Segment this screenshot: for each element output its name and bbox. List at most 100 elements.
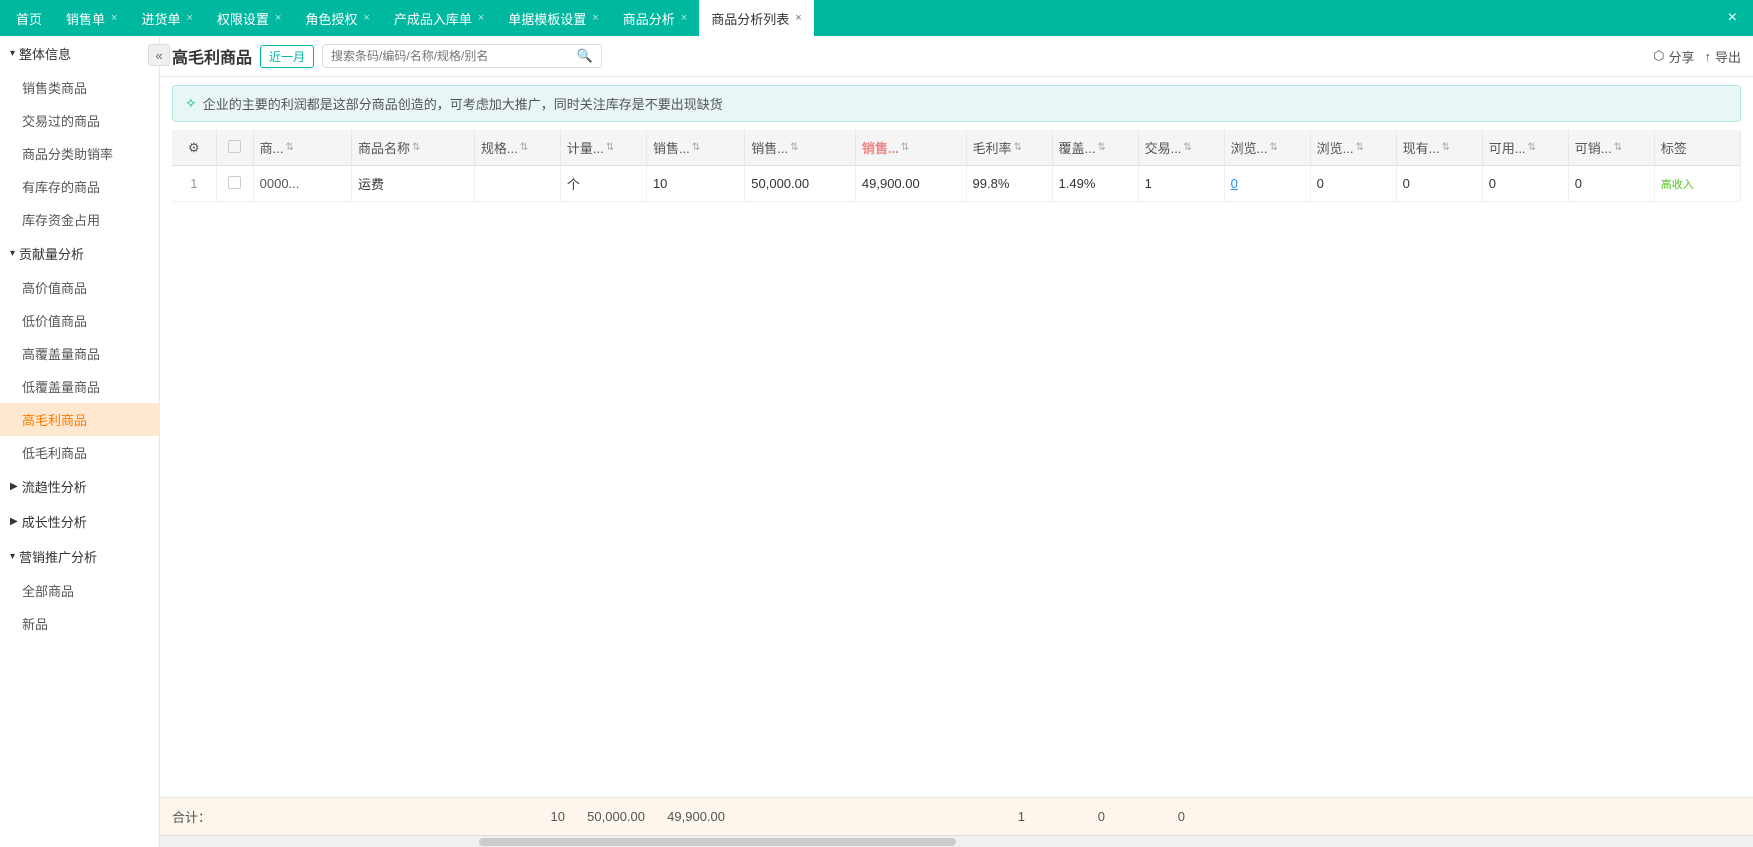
sort-icon: ⇅ [790, 142, 798, 153]
col-header-gross-rate[interactable]: 毛利率⇅ [966, 130, 1052, 166]
col-header-name[interactable]: 商品名称⇅ [351, 130, 474, 166]
sidebar-item-new-goods[interactable]: 新品 [0, 607, 159, 640]
chevron-down-icon: ▾ [10, 248, 15, 259]
nav-templates[interactable]: 单据模板设置 × [496, 0, 610, 36]
sidebar-item-high-margin[interactable]: 高毛利商品 [0, 403, 159, 436]
footer-cell-sales3: 49,900.00 [651, 809, 731, 824]
sort-icon: ⇅ [901, 142, 909, 153]
sort-icon: ⇅ [285, 142, 293, 153]
section-header-general[interactable]: ▾ 整体信息 [0, 36, 159, 71]
col-header-code[interactable]: 商...⇅ [253, 130, 351, 166]
row-select-checkbox[interactable] [228, 176, 241, 189]
row-sales2: 50,000.00 [745, 166, 856, 202]
col-header-available[interactable]: 可用...⇅ [1482, 130, 1568, 166]
row-tag: 高收入 [1654, 166, 1740, 202]
close-icon[interactable]: × [111, 12, 117, 24]
col-header-coverage[interactable]: 覆盖...⇅ [1052, 130, 1138, 166]
col-header-check[interactable] [216, 130, 253, 166]
col-header-browse2[interactable]: 浏览...⇅ [1310, 130, 1396, 166]
nav-roles[interactable]: 角色授权 × [293, 0, 381, 36]
search-input[interactable] [331, 49, 577, 63]
row-browse2: 0 [1310, 166, 1396, 202]
sidebar-item-low-value[interactable]: 低价值商品 [0, 304, 159, 337]
col-header-current[interactable]: 现有...⇅ [1396, 130, 1482, 166]
row-checkbox[interactable] [216, 166, 253, 202]
col-header-sellable[interactable]: 可销...⇅ [1568, 130, 1654, 166]
search-icon[interactable]: 🔍 [577, 48, 593, 64]
section-header-growth[interactable]: ▶ 成长性分析 [0, 504, 159, 539]
sort-icon: ⇅ [1014, 142, 1022, 153]
settings-icon[interactable]: ⚙ [188, 140, 200, 155]
row-coverage: 1.49% [1052, 166, 1138, 202]
col-header-sales1[interactable]: 销售...⇅ [646, 130, 744, 166]
col-header-browse1[interactable]: 浏览...⇅ [1224, 130, 1310, 166]
sidebar-item-high-value[interactable]: 高价值商品 [0, 271, 159, 304]
row-trade: 1 [1138, 166, 1224, 202]
close-icon[interactable]: × [186, 12, 192, 24]
sort-icon: ⇅ [692, 142, 700, 153]
row-sales1: 10 [646, 166, 744, 202]
row-code[interactable]: 0000... [253, 166, 351, 202]
col-header-sales2[interactable]: 销售...⇅ [745, 130, 856, 166]
chevron-down-icon: ▾ [10, 48, 15, 59]
row-sellable: 0 [1568, 166, 1654, 202]
sidebar-item-high-coverage[interactable]: 高覆盖量商品 [0, 337, 159, 370]
chevron-down-icon: ▾ [10, 551, 15, 562]
section-header-marketing[interactable]: ▾ 营销推广分析 [0, 539, 159, 574]
sidebar-item-sales-goods[interactable]: 销售类商品 [0, 71, 159, 104]
col-header-trade[interactable]: 交易...⇅ [1138, 130, 1224, 166]
col-header-settings[interactable]: ⚙ [172, 130, 216, 166]
sort-icon: ⇅ [606, 142, 614, 153]
export-button[interactable]: ↑ 导出 [1704, 47, 1741, 66]
close-icon[interactable]: × [275, 12, 281, 24]
nav-analysis[interactable]: 商品分析 × [611, 0, 699, 36]
col-header-tag[interactable]: 标签 [1654, 130, 1740, 166]
footer-cell-current: 0 [1111, 809, 1191, 824]
row-unit: 个 [560, 166, 646, 202]
sidebar: ▾ 整体信息 销售类商品 交易过的商品 商品分类助销率 有库存的商品 库存资金占… [0, 36, 160, 847]
export-icon: ↑ [1704, 49, 1711, 64]
sidebar-item-low-margin[interactable]: 低毛利商品 [0, 436, 159, 469]
nav-analysis-list[interactable]: 商品分析列表 × [699, 0, 813, 36]
share-icon: ⬡ [1653, 48, 1664, 64]
col-header-sales3[interactable]: 销售...⇅ [855, 130, 966, 166]
sidebar-item-category-rate[interactable]: 商品分类助销率 [0, 137, 159, 170]
period-button[interactable]: 近一月 [260, 45, 314, 68]
sidebar-item-all-goods[interactable]: 全部商品 [0, 574, 159, 607]
sidebar-item-instock-goods[interactable]: 有库存的商品 [0, 170, 159, 203]
sort-icon: ⇅ [1269, 142, 1277, 153]
row-browse1[interactable]: 0 [1224, 166, 1310, 202]
nav-home[interactable]: 首页 [4, 0, 54, 36]
close-icon[interactable]: × [592, 12, 598, 24]
nav-sales[interactable]: 销售单 × [54, 0, 129, 36]
share-button[interactable]: ⬡ 分享 [1653, 47, 1694, 66]
nav-permissions[interactable]: 权限设置 × [205, 0, 293, 36]
section-header-trend[interactable]: ▶ 流趋性分析 [0, 469, 159, 504]
select-all-checkbox[interactable] [228, 140, 241, 153]
scrollbar-thumb[interactable] [479, 838, 957, 846]
sidebar-item-low-coverage[interactable]: 低覆盖量商品 [0, 370, 159, 403]
sidebar-item-inventory-capital[interactable]: 库存资金占用 [0, 203, 159, 236]
close-app-button[interactable]: × [1716, 9, 1749, 27]
sidebar-item-traded-goods[interactable]: 交易过的商品 [0, 104, 159, 137]
sort-icon: ⇅ [1183, 142, 1191, 153]
col-header-spec[interactable]: 规格...⇅ [474, 130, 560, 166]
data-table: ⚙ 商...⇅ 商品名称⇅ 规格...⇅ [172, 130, 1741, 202]
sidebar-collapse-button[interactable]: « [148, 44, 170, 66]
info-icon: ✧ [185, 95, 197, 112]
horizontal-scrollbar[interactable] [160, 835, 1753, 847]
chevron-right-icon: ▶ [10, 516, 18, 527]
nav-products[interactable]: 产成品入库单 × [382, 0, 496, 36]
nav-purchase[interactable]: 进货单 × [129, 0, 204, 36]
close-icon[interactable]: × [363, 12, 369, 24]
content-header: 高毛利商品 近一月 🔍 ⬡ 分享 ↑ 导出 [160, 36, 1753, 77]
footer-cell-sales2: 50,000.00 [571, 809, 651, 824]
col-header-unit[interactable]: 计量...⇅ [560, 130, 646, 166]
section-header-contribution[interactable]: ▾ 贡献量分析 [0, 236, 159, 271]
close-icon[interactable]: × [681, 12, 687, 24]
sort-icon: ⇅ [1614, 142, 1622, 153]
chevron-right-icon: ▶ [10, 481, 18, 492]
close-icon[interactable]: × [795, 12, 801, 24]
close-icon[interactable]: × [478, 12, 484, 24]
sort-icon: ⇅ [1097, 142, 1105, 153]
